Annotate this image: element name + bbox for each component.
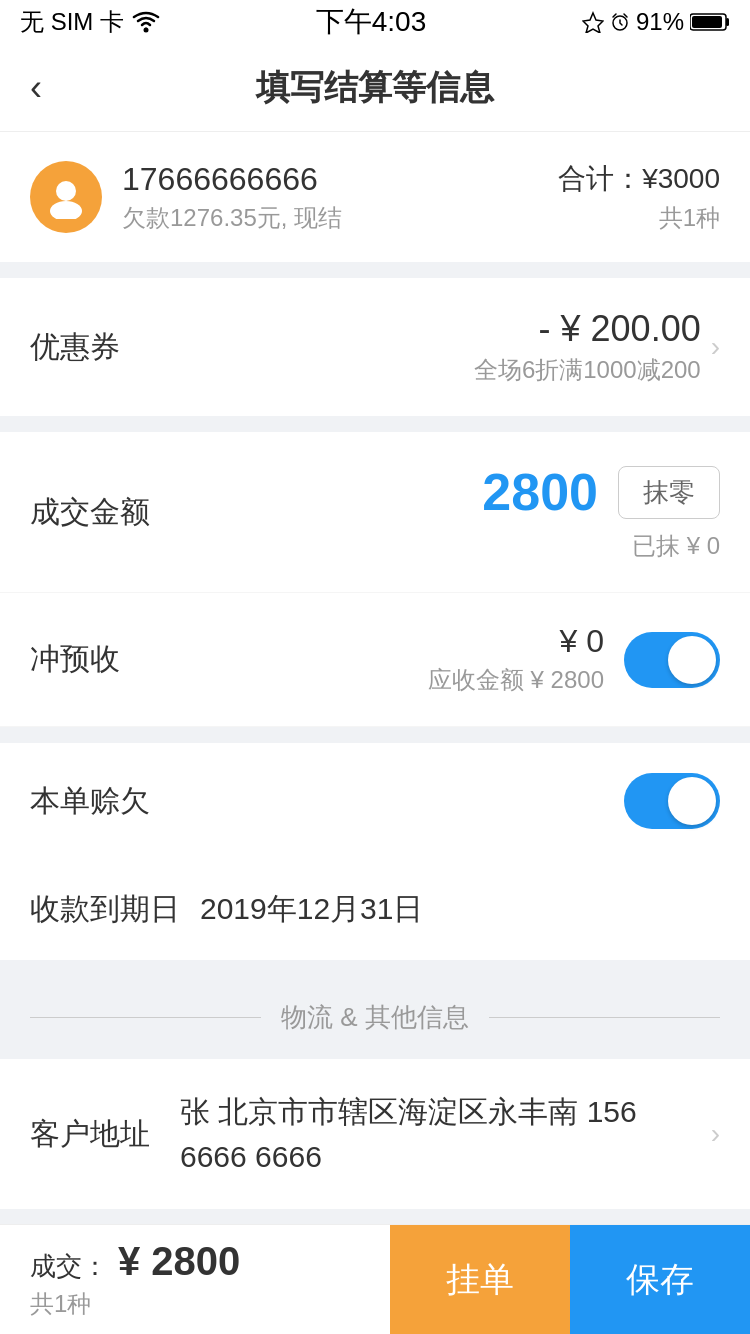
avatar [30, 161, 102, 233]
bottom-bar: 成交： ¥ 2800 共1种 挂单 保存 [0, 1224, 750, 1334]
prepay-receivable: 应收金额 ¥ 2800 [428, 664, 604, 696]
debt-row: 本单赊欠 [0, 743, 750, 859]
deal-number: 2800 [482, 462, 598, 522]
prepay-amount: ¥ 0 [428, 623, 604, 660]
logistics-separator: 物流 & 其他信息 [0, 976, 750, 1059]
prepay-row: 冲预收 ¥ 0 应收金额 ¥ 2800 [0, 593, 750, 727]
deal-amount-center: 2800 抹零 [482, 462, 720, 522]
deal-sub-text: 已抹 ¥ 0 [632, 530, 720, 562]
svg-rect-3 [726, 18, 729, 26]
coupon-chevron-icon: › [711, 331, 720, 363]
bottom-deal-types: 共1种 [30, 1288, 360, 1320]
status-time: 下午4:03 [316, 3, 427, 41]
customer-phone: 17666666666 [122, 161, 342, 198]
due-date-label: 收款到期日 [30, 889, 180, 930]
bottom-deal-prefix: 成交： [30, 1249, 108, 1284]
alarm-icon [610, 12, 630, 32]
nav-bar: ‹ 填写结算等信息 [0, 44, 750, 132]
svg-point-6 [50, 201, 82, 219]
coupon-amount: - ¥ 200.00 [539, 308, 701, 350]
debt-toggle[interactable] [624, 773, 720, 829]
address-content: 张 北京市市辖区海淀区永丰南 156 6666 6666 [180, 1089, 701, 1179]
total-amount: 合计：¥3000 [558, 160, 720, 198]
deal-amount-section: 成交金额 2800 抹零 已抹 ¥ 0 冲预收 ¥ 0 应收金额 ¥ 2800 [0, 432, 750, 727]
status-right: 91% [582, 8, 730, 36]
bottom-deal-label: 成交： ¥ 2800 [30, 1239, 360, 1284]
sep-line-left [30, 1017, 261, 1018]
hang-order-button[interactable]: 挂单 [390, 1225, 570, 1335]
svg-point-0 [144, 28, 149, 33]
deal-amount-row: 成交金额 2800 抹零 已抹 ¥ 0 [0, 432, 750, 593]
wifi-icon [132, 11, 160, 33]
status-bar: 无 SIM 卡 下午4:03 91% [0, 0, 750, 44]
prepay-toggle[interactable] [624, 632, 720, 688]
address-row[interactable]: 客户地址 张 北京市市辖区海淀区永丰南 156 6666 6666 › [0, 1059, 750, 1209]
prepay-amount-info: ¥ 0 应收金额 ¥ 2800 [428, 623, 604, 696]
prepay-right: ¥ 0 应收金额 ¥ 2800 [428, 623, 720, 696]
customer-left: 17666666666 欠款1276.35元, 现结 [30, 161, 342, 234]
prepay-label: 冲预收 [30, 639, 120, 680]
content-area: 17666666666 欠款1276.35元, 现结 合计：¥3000 共1种 … [0, 132, 750, 1334]
svg-rect-4 [692, 16, 722, 28]
customer-total: 合计：¥3000 共1种 [558, 160, 720, 234]
battery-percent: 91% [636, 8, 684, 36]
bottom-deal-info: 成交： ¥ 2800 共1种 [0, 1239, 390, 1320]
debt-section: 本单赊欠 收款到期日 2019年12月31日 [0, 743, 750, 960]
address-chevron-icon: › [711, 1118, 720, 1150]
page-title: 填写结算等信息 [256, 65, 494, 111]
section-divider-3 [0, 960, 750, 976]
due-date-value: 2019年12月31日 [200, 889, 423, 930]
battery-icon [690, 12, 730, 32]
coupon-value: - ¥ 200.00 全场6折满1000减200 [474, 308, 701, 386]
debt-label: 本单赊欠 [30, 781, 150, 822]
deal-amount-right: 2800 抹零 已抹 ¥ 0 [482, 462, 720, 562]
sim-status: 无 SIM 卡 [20, 6, 124, 38]
customer-card: 17666666666 欠款1276.35元, 现结 合计：¥3000 共1种 [0, 132, 750, 262]
deal-amount-label: 成交金额 [30, 492, 150, 533]
due-date-row: 收款到期日 2019年12月31日 [0, 859, 750, 960]
logistics-text: 物流 & 其他信息 [261, 1000, 489, 1035]
coupon-section: 优惠券 - ¥ 200.00 全场6折满1000减200 › [0, 278, 750, 416]
section-divider-1 [0, 416, 750, 432]
avatar-icon [44, 175, 88, 219]
coupon-label: 优惠券 [30, 327, 120, 368]
status-left: 无 SIM 卡 [20, 6, 160, 38]
coupon-right: - ¥ 200.00 全场6折满1000减200 › [474, 308, 720, 386]
svg-point-5 [56, 181, 76, 201]
coupon-desc: 全场6折满1000减200 [474, 354, 701, 386]
customer-debt: 欠款1276.35元, 现结 [122, 202, 342, 234]
round-zero-button[interactable]: 抹零 [618, 466, 720, 519]
section-divider-2 [0, 727, 750, 743]
save-button[interactable]: 保存 [570, 1225, 750, 1335]
address-label: 客户地址 [30, 1114, 150, 1155]
back-button[interactable]: ‹ [30, 67, 90, 109]
location-icon [582, 11, 604, 33]
customer-info: 17666666666 欠款1276.35元, 现结 [122, 161, 342, 234]
coupon-row[interactable]: 优惠券 - ¥ 200.00 全场6折满1000减200 › [0, 278, 750, 416]
bottom-deal-amount: ¥ 2800 [118, 1239, 240, 1284]
total-types: 共1种 [558, 202, 720, 234]
sep-line-right [489, 1017, 720, 1018]
